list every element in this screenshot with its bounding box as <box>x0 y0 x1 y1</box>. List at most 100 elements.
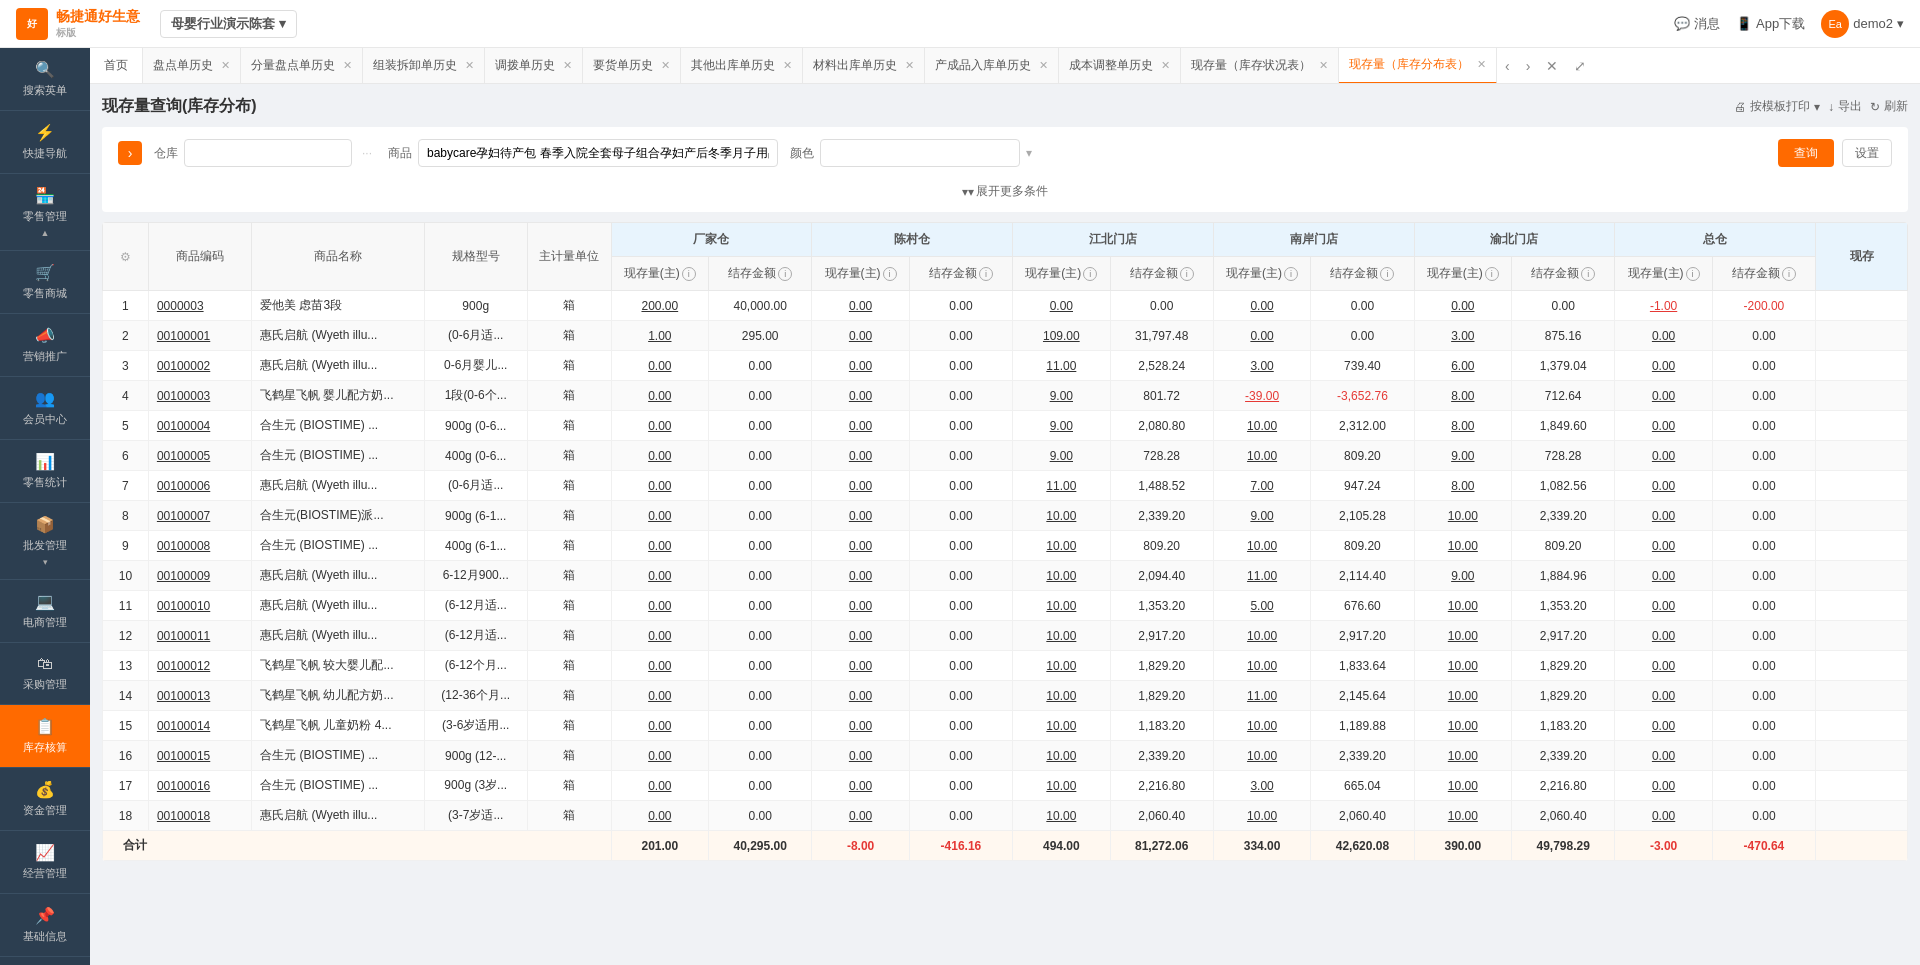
row-cj-stock[interactable]: 0.00 <box>611 501 709 531</box>
user-menu[interactable]: Ea demo2 ▾ <box>1821 10 1904 38</box>
row-cj-stock[interactable]: 0.00 <box>611 681 709 711</box>
row-total-stock[interactable]: 0.00 <box>1615 741 1713 771</box>
row-yb-stock[interactable]: 6.00 <box>1414 351 1512 381</box>
row-total-stock[interactable]: -1.00 <box>1615 291 1713 321</box>
close-icon[interactable]: ✕ <box>563 59 572 72</box>
row-yb-stock[interactable]: 9.00 <box>1414 561 1512 591</box>
demo-dropdown[interactable]: 母婴行业演示陈套 ▾ <box>160 10 297 38</box>
row-na-stock[interactable]: 10.00 <box>1213 741 1311 771</box>
row-code[interactable]: 00100004 <box>148 411 251 441</box>
sidebar-item-marketing[interactable]: 📣 营销推广 <box>0 314 90 377</box>
row-cj-stock[interactable]: 200.00 <box>611 291 709 321</box>
row-na-stock[interactable]: 5.00 <box>1213 591 1311 621</box>
info-icon[interactable]: i <box>1180 267 1194 281</box>
row-na-stock[interactable]: 10.00 <box>1213 441 1311 471</box>
row-code[interactable]: 00100011 <box>148 621 251 651</box>
tab-transfer[interactable]: 调拨单历史 ✕ <box>485 48 583 84</box>
row-na-stock[interactable]: -39.00 <box>1213 381 1311 411</box>
info-icon[interactable]: i <box>1485 267 1499 281</box>
row-code[interactable]: 00100009 <box>148 561 251 591</box>
row-code[interactable]: 00100015 <box>148 741 251 771</box>
sidebar-item-system[interactable]: ⚙ 系统管理 <box>0 957 90 965</box>
sidebar-item-operation[interactable]: 📈 经营管理 <box>0 831 90 894</box>
row-jb-stock[interactable]: 10.00 <box>1013 741 1111 771</box>
close-icon[interactable]: ✕ <box>1319 59 1328 72</box>
row-cj-stock[interactable]: 0.00 <box>611 741 709 771</box>
row-cj-stock[interactable]: 0.00 <box>611 711 709 741</box>
row-na-stock[interactable]: 11.00 <box>1213 681 1311 711</box>
warehouse-input[interactable] <box>184 139 352 167</box>
info-icon[interactable]: i <box>1083 267 1097 281</box>
row-code[interactable]: 00100012 <box>148 651 251 681</box>
row-cj-stock[interactable]: 0.00 <box>611 441 709 471</box>
refresh-btn[interactable]: ↻ 刷新 <box>1870 98 1908 115</box>
tab-stock-dist[interactable]: 现存量（库存分布表） ✕ <box>1339 48 1497 84</box>
sidebar-item-member[interactable]: 👥 会员中心 <box>0 377 90 440</box>
row-yb-stock[interactable]: 9.00 <box>1414 441 1512 471</box>
row-total-stock[interactable]: 0.00 <box>1615 501 1713 531</box>
row-cj-stock[interactable]: 0.00 <box>611 381 709 411</box>
row-total-stock[interactable]: 0.00 <box>1615 411 1713 441</box>
info-icon[interactable]: i <box>1284 267 1298 281</box>
tab-prev-btn[interactable]: ‹ <box>1497 48 1518 84</box>
row-jb-stock[interactable]: 9.00 <box>1013 441 1111 471</box>
row-jb-stock[interactable]: 11.00 <box>1013 471 1111 501</box>
row-na-stock[interactable]: 9.00 <box>1213 501 1311 531</box>
close-icon[interactable]: ✕ <box>661 59 670 72</box>
row-cj-stock[interactable]: 0.00 <box>611 531 709 561</box>
row-total-stock[interactable]: 0.00 <box>1615 651 1713 681</box>
tab-product-in[interactable]: 产成品入库单历史 ✕ <box>925 48 1059 84</box>
row-na-stock[interactable]: 0.00 <box>1213 321 1311 351</box>
info-icon[interactable]: i <box>979 267 993 281</box>
row-cc-stock[interactable]: 0.00 <box>812 651 910 681</box>
row-code[interactable]: 00100014 <box>148 711 251 741</box>
row-na-stock[interactable]: 0.00 <box>1213 291 1311 321</box>
row-code[interactable]: 00100016 <box>148 771 251 801</box>
row-jb-stock[interactable]: 10.00 <box>1013 771 1111 801</box>
row-yb-stock[interactable]: 10.00 <box>1414 501 1512 531</box>
tab-material-out[interactable]: 材料出库单历史 ✕ <box>803 48 925 84</box>
row-code[interactable]: 00100003 <box>148 381 251 411</box>
tab-split-spot[interactable]: 分量盘点单历史 ✕ <box>241 48 363 84</box>
row-total-stock[interactable]: 0.00 <box>1615 351 1713 381</box>
row-total-stock[interactable]: 0.00 <box>1615 771 1713 801</box>
close-icon[interactable]: ✕ <box>343 59 352 72</box>
tab-next-btn[interactable]: › <box>1518 48 1539 84</box>
row-cc-stock[interactable]: 0.00 <box>812 381 910 411</box>
row-jb-stock[interactable]: 9.00 <box>1013 381 1111 411</box>
row-jb-stock[interactable]: 10.00 <box>1013 651 1111 681</box>
print-btn[interactable]: 🖨 按模板打印 ▾ <box>1734 98 1820 115</box>
row-jb-stock[interactable]: 10.00 <box>1013 561 1111 591</box>
tab-home[interactable]: 首页 <box>90 48 143 84</box>
row-cj-stock[interactable]: 0.00 <box>611 651 709 681</box>
app-download-btn[interactable]: 📱 App下载 <box>1736 15 1805 33</box>
info-icon[interactable]: i <box>1686 267 1700 281</box>
tab-spot-single[interactable]: 盘点单历史 ✕ <box>143 48 241 84</box>
row-yb-stock[interactable]: 10.00 <box>1414 591 1512 621</box>
sidebar-item-retail[interactable]: 🏪 零售管理 ▲ <box>0 174 90 251</box>
close-icon[interactable]: ✕ <box>221 59 230 72</box>
info-icon[interactable]: i <box>883 267 897 281</box>
row-cj-stock[interactable]: 0.00 <box>611 801 709 831</box>
row-yb-stock[interactable]: 10.00 <box>1414 741 1512 771</box>
row-cj-stock[interactable]: 1.00 <box>611 321 709 351</box>
row-cc-stock[interactable]: 0.00 <box>812 621 910 651</box>
row-total-stock[interactable]: 0.00 <box>1615 621 1713 651</box>
row-jb-stock[interactable]: 10.00 <box>1013 621 1111 651</box>
row-code[interactable]: 00100010 <box>148 591 251 621</box>
sidebar-item-wholesale[interactable]: 📦 批发管理 ▾ <box>0 503 90 580</box>
row-total-stock[interactable]: 0.00 <box>1615 441 1713 471</box>
row-jb-stock[interactable]: 9.00 <box>1013 411 1111 441</box>
row-yb-stock[interactable]: 3.00 <box>1414 321 1512 351</box>
row-code[interactable]: 00100005 <box>148 441 251 471</box>
row-yb-stock[interactable]: 8.00 <box>1414 411 1512 441</box>
row-cc-stock[interactable]: 0.00 <box>812 471 910 501</box>
sidebar-item-finance[interactable]: 💰 资金管理 <box>0 768 90 831</box>
row-na-stock[interactable]: 10.00 <box>1213 621 1311 651</box>
sidebar-item-basic[interactable]: 📌 基础信息 <box>0 894 90 957</box>
row-cc-stock[interactable]: 0.00 <box>812 771 910 801</box>
row-cc-stock[interactable]: 0.00 <box>812 351 910 381</box>
close-icon[interactable]: ✕ <box>1039 59 1048 72</box>
row-code[interactable]: 0000003 <box>148 291 251 321</box>
settings-search-btn[interactable]: 设置 <box>1842 139 1892 167</box>
